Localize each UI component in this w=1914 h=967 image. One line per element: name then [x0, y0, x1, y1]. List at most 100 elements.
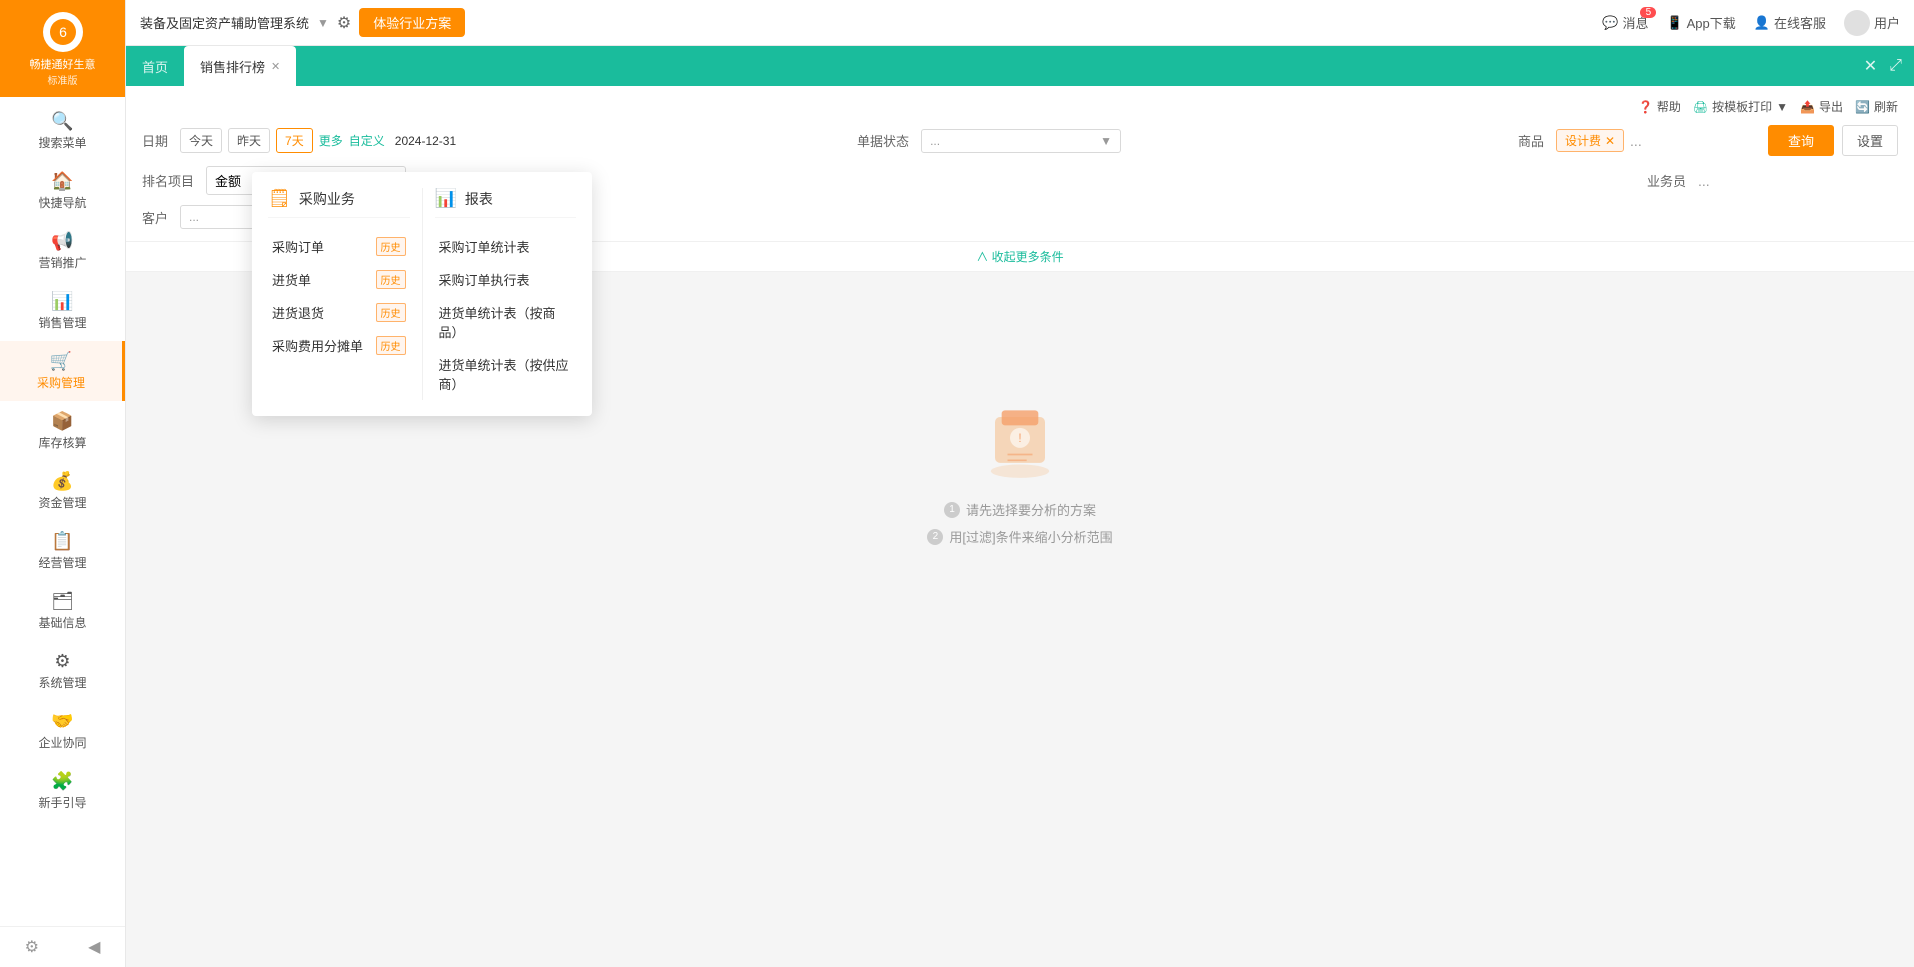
query-btn[interactable]: 查询: [1768, 125, 1834, 156]
refresh-btn[interactable]: 🔄 刷新: [1855, 98, 1898, 115]
sidebar-item-inventory[interactable]: 📦 库存核算: [0, 401, 125, 461]
goods-more-icon[interactable]: ...: [1630, 133, 1642, 149]
salesman-more-icon[interactable]: ...: [1698, 173, 1710, 189]
today-btn[interactable]: 今天: [180, 128, 222, 153]
purchase-order-hist-badge: 历史: [376, 237, 406, 256]
sidebar-item-purchase[interactable]: 🛒 采购管理: [0, 341, 125, 401]
brand-name: 畅捷通好生意: [30, 56, 96, 72]
empty-illustration: !: [970, 392, 1070, 492]
dropdown-divider: [422, 188, 423, 400]
goods-label: 商品: [1518, 131, 1544, 150]
purchase-goods-label: 进货单: [272, 270, 311, 289]
sidebar-item-guide[interactable]: 🧩 新手引导: [0, 761, 125, 821]
sidebar-item-search[interactable]: 🔍 搜索菜单: [0, 101, 125, 161]
collapse-icon: ∧: [976, 250, 988, 264]
doc-status-placeholder: ...: [930, 134, 940, 148]
topbar: 装备及固定资产辅助管理系统 ▼ ⚙ 体验行业方案 💬 消息 5 📱 App下载 …: [126, 0, 1914, 46]
search-icon: 🔍: [51, 111, 73, 132]
help-label: 帮助: [1657, 98, 1681, 115]
sidebar-item-sales[interactable]: 📊 销售管理: [0, 281, 125, 341]
message-btn[interactable]: 💬 消息 5: [1602, 13, 1648, 32]
message-icon: 💬: [1602, 15, 1618, 31]
main-content: 装备及固定资产辅助管理系统 ▼ ⚙ 体验行业方案 💬 消息 5 📱 App下载 …: [126, 0, 1914, 967]
purchase-business-col: 🗒 采购业务 采购订单 历史 进货单 历史 进货退货 历史: [268, 188, 410, 400]
sidebar-item-finance[interactable]: 💰 资金管理: [0, 461, 125, 521]
dropdown-item-report-4[interactable]: 进货单统计表（按供应商）: [435, 348, 577, 400]
dropdown-arrow-icon[interactable]: ▼: [317, 16, 329, 30]
tab-close-window-icon[interactable]: ✕: [1864, 56, 1877, 76]
dropdown-item-report-3[interactable]: 进货单统计表（按商品）: [435, 296, 577, 348]
svg-text:!: !: [1018, 432, 1021, 445]
dropdown-item-purchase-fee[interactable]: 采购费用分摊单 历史: [268, 329, 410, 362]
sidebar-item-operation[interactable]: 📋 经营管理: [0, 521, 125, 581]
settings-icon[interactable]: ⚙: [337, 13, 351, 33]
query-buttons: 查询 设置: [1768, 125, 1898, 156]
dropdown-item-report-2[interactable]: 采购订单执行表: [435, 263, 577, 296]
sidebar-label-purchase: 采购管理: [37, 374, 85, 391]
sidebar: 6 畅捷通好生意 标准版 🔍 搜索菜单 🏠 快捷导航 📢 营销推广 📊 销售管理…: [0, 0, 126, 967]
empty-tip-2: 2 用[过滤]条件来缩小分析范围: [927, 527, 1112, 546]
tab-close-icon[interactable]: ✕: [271, 60, 280, 73]
goods-tag-text: 设计费: [1565, 132, 1601, 149]
rank-label: 排名项目: [142, 171, 194, 190]
app-download-btn[interactable]: 📱 App下载: [1666, 13, 1735, 32]
system-icon: ⚙: [54, 651, 70, 672]
avatar: [1844, 10, 1870, 36]
purchase-fee-label: 采购费用分摊单: [272, 336, 363, 355]
footer-settings-btn[interactable]: ⚙: [25, 937, 39, 957]
date-range-end: 2024-12-31: [391, 134, 460, 148]
footer-collapse-btn[interactable]: ◀: [88, 937, 100, 957]
tab-home[interactable]: 首页: [126, 46, 184, 86]
online-service-btn[interactable]: 👤 在线客服: [1754, 13, 1826, 32]
online-label: 在线客服: [1774, 13, 1826, 32]
empty-tip-1: 1 请先选择要分析的方案: [944, 500, 1096, 519]
customer-label-filter: 客户: [142, 208, 168, 227]
tip1-text: 请先选择要分析的方案: [966, 500, 1096, 519]
user-label: 用户: [1874, 13, 1900, 32]
tab-expand-icon[interactable]: ⤢: [1889, 57, 1902, 75]
sidebar-item-quick[interactable]: 🏠 快捷导航: [0, 161, 125, 221]
sidebar-menu: 🔍 搜索菜单 🏠 快捷导航 📢 营销推广 📊 销售管理 🛒 采购管理 📦 库存核…: [0, 97, 125, 926]
sidebar-label-marketing: 营销推广: [38, 254, 86, 271]
print-btn[interactable]: 🖨 按模板打印 ▼: [1693, 98, 1788, 115]
dropdown-item-purchase-return[interactable]: 进货退货 历史: [268, 296, 410, 329]
help-btn[interactable]: ❓ 帮助: [1638, 98, 1681, 115]
topbar-right: 💬 消息 5 📱 App下载 👤 在线客服 用户: [1602, 10, 1900, 36]
tab-sales-rank[interactable]: 销售排行榜 ✕: [184, 46, 296, 86]
salesman-label: 业务员: [1647, 171, 1686, 190]
filter-row-1: 日期 今天 昨天 7天 更多 自定义 2024-12-31 单据状态 ... ▼…: [142, 125, 1898, 156]
tab-sales-rank-label: 销售排行榜: [200, 57, 265, 76]
export-btn[interactable]: 📤 导出: [1800, 98, 1843, 115]
sidebar-label-operation: 经营管理: [38, 554, 86, 571]
svg-text:6: 6: [59, 24, 67, 40]
export-label: 导出: [1819, 98, 1843, 115]
purchase-goods-hist-badge: 历史: [376, 270, 406, 289]
dropdown-item-purchase-goods[interactable]: 进货单 历史: [268, 263, 410, 296]
7days-btn[interactable]: 7天: [276, 128, 313, 153]
sidebar-item-basic[interactable]: 🗂 基础信息: [0, 581, 125, 641]
service-icon: 👤: [1754, 15, 1770, 31]
sidebar-label-inventory: 库存核算: [38, 434, 86, 451]
sidebar-item-system[interactable]: ⚙ 系统管理: [0, 641, 125, 701]
purchase-return-hist-badge: 历史: [376, 303, 406, 322]
dropdown-item-report-1[interactable]: 采购订单统计表: [435, 230, 577, 263]
sidebar-item-marketing[interactable]: 📢 营销推广: [0, 221, 125, 281]
date-label: 日期: [142, 131, 168, 150]
setting-btn[interactable]: 设置: [1842, 125, 1898, 156]
user-btn[interactable]: 用户: [1844, 10, 1900, 36]
doc-status-select[interactable]: ... ▼: [921, 129, 1121, 153]
print-chevron-icon: ▼: [1776, 100, 1788, 114]
goods-tag: 设计费 ✕: [1556, 129, 1624, 152]
purchase-col-header: 🗒 采购业务: [268, 188, 410, 218]
sidebar-item-collab[interactable]: 🤝 企业协同: [0, 701, 125, 761]
doc-status-label: 单据状态: [857, 131, 909, 150]
goods-tag-close-icon[interactable]: ✕: [1605, 134, 1615, 148]
trial-button[interactable]: 体验行业方案: [359, 8, 465, 37]
custom-link[interactable]: 自定义: [349, 132, 385, 149]
more-link[interactable]: 更多: [319, 132, 343, 149]
dropdown-item-purchase-order[interactable]: 采购订单 历史: [268, 230, 410, 263]
purchase-dropdown-menu: 🗒 采购业务 采购订单 历史 进货单 历史 进货退货 历史: [252, 172, 592, 416]
sidebar-label-sales: 销售管理: [38, 314, 86, 331]
message-badge: 5: [1640, 7, 1656, 18]
yesterday-btn[interactable]: 昨天: [228, 128, 270, 153]
